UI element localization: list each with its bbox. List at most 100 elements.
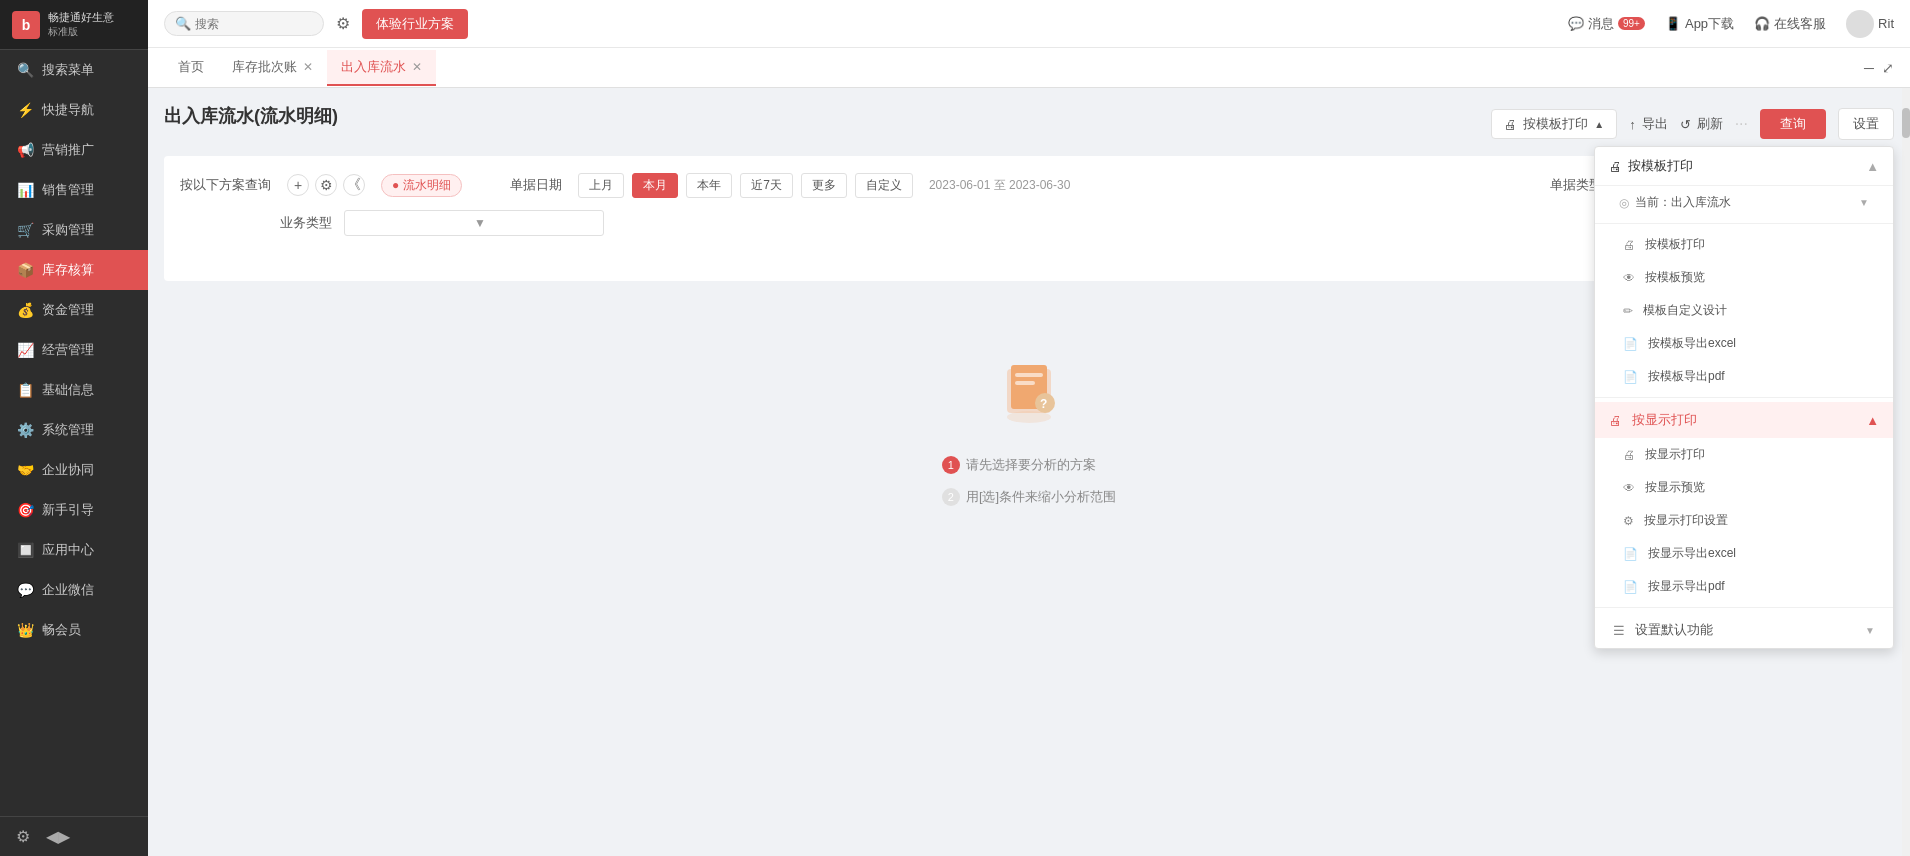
online-service-label: 在线客服 — [1774, 15, 1826, 33]
sidebar-item-basic[interactable]: 📋 基础信息 — [0, 370, 148, 410]
panel-collapse-icon[interactable]: ▲ — [1866, 159, 1879, 174]
sidebar-item-guide[interactable]: 🎯 新手引导 — [0, 490, 148, 530]
filter-tag-flow[interactable]: ● 流水明细 — [381, 174, 462, 197]
settings-filter-button[interactable]: ⚙ — [315, 174, 337, 196]
header-left: 🔍 ⚙ 体验行业方案 — [164, 9, 468, 39]
filter-tag-dot: ● — [392, 178, 399, 192]
page-body: 出入库流水(流水明细) 🖨 按模板打印 ▲ ↑ 导出 ↺ 刷新 ··· 查询 设… — [148, 88, 1910, 856]
panel-display-print[interactable]: 🖨 按显示打印 — [1595, 438, 1893, 471]
panel-template-export-excel[interactable]: 📄 按模板导出excel — [1595, 327, 1893, 360]
panel-default-settings[interactable]: ☰ 设置默认功能 ▼ — [1595, 612, 1893, 648]
more-options-icon[interactable]: ··· — [1735, 115, 1748, 133]
display-pdf-icon: 📄 — [1623, 580, 1638, 594]
panel-template-custom[interactable]: ✏ 模板自定义设计 — [1595, 294, 1893, 327]
refresh-button[interactable]: ↺ 刷新 — [1680, 115, 1723, 133]
print-template-button[interactable]: 🖨 按模板打印 ▲ — [1491, 109, 1617, 139]
print-dropdown-panel: 🖨 按模板打印 ▲ ◎ 当前：出入库流水 ▼ 🖨 按模板打印 👁 按模板预览 — [1594, 146, 1894, 649]
display-section-arrow: ▲ — [1866, 413, 1879, 428]
panel-header-title: 🖨 按模板打印 — [1609, 157, 1693, 175]
svg-rect-3 — [1015, 373, 1043, 377]
scroll-thumb[interactable] — [1902, 108, 1910, 138]
panel-display-section-header[interactable]: 🖨 按显示打印 ▲ — [1595, 402, 1893, 438]
message-item[interactable]: 💬 消息 99+ — [1568, 15, 1645, 33]
setting-button[interactable]: 设置 — [1838, 108, 1894, 140]
panel-display-preview[interactable]: 👁 按显示预览 — [1595, 471, 1893, 504]
sidebar-item-operation[interactable]: 📈 经营管理 — [0, 330, 148, 370]
sidebar-item-purchase-label: 采购管理 — [42, 221, 94, 239]
date-7days-btn[interactable]: 近7天 — [740, 173, 793, 198]
date-year-btn[interactable]: 本年 — [686, 173, 732, 198]
collapse-filter-button[interactable]: 《 — [343, 174, 365, 196]
sidebar-item-member[interactable]: 👑 畅会员 — [0, 610, 148, 650]
panel-display-settings[interactable]: ⚙ 按显示打印设置 — [1595, 504, 1893, 537]
sidebar: b 畅捷通好生意 标准版 🔍 搜索菜单 ⚡ 快捷导航 📢 营销推广 📊 销售管理… — [0, 0, 148, 856]
tab-batch-close[interactable]: ✕ — [303, 60, 313, 74]
logo-icon: b — [12, 11, 40, 39]
scroll-track[interactable] — [1902, 88, 1910, 856]
online-service-item[interactable]: 🎧 在线客服 — [1754, 15, 1826, 33]
panel-display-export-pdf[interactable]: 📄 按显示导出pdf — [1595, 570, 1893, 603]
tab-flow[interactable]: 出入库流水 ✕ — [327, 50, 436, 86]
sidebar-item-search[interactable]: 🔍 搜索菜单 — [0, 50, 148, 90]
sidebar-item-wechat[interactable]: 💬 企业微信 — [0, 570, 148, 610]
user-avatar-item[interactable]: Rit — [1846, 10, 1894, 38]
sidebar-item-finance[interactable]: 💰 资金管理 — [0, 290, 148, 330]
tab-batch[interactable]: 库存批次账 ✕ — [218, 50, 327, 86]
sidebar-item-corp[interactable]: 🤝 企业协同 — [0, 450, 148, 490]
logo-badge: 标准版 — [48, 25, 114, 39]
tab-flow-close[interactable]: ✕ — [412, 60, 422, 74]
sidebar-item-marketing[interactable]: 📢 营销推广 — [0, 130, 148, 170]
system-icon: ⚙️ — [16, 421, 34, 439]
query-button[interactable]: 查询 — [1760, 109, 1826, 139]
sidebar-item-inventory[interactable]: 📦 库存核算 — [0, 250, 148, 290]
industry-solution-button[interactable]: 体验行业方案 — [362, 9, 468, 39]
panel-template-preview[interactable]: 👁 按模板预览 — [1595, 261, 1893, 294]
add-filter-button[interactable]: + — [287, 174, 309, 196]
display-settings-label: 按显示打印设置 — [1644, 512, 1728, 529]
sidebar-item-corp-label: 企业协同 — [42, 461, 94, 479]
tab-minimize-icon[interactable]: ─ — [1864, 60, 1874, 76]
sidebar-item-quick-nav-label: 快捷导航 — [42, 101, 94, 119]
display-export-pdf-label: 按显示导出pdf — [1648, 578, 1725, 595]
sidebar-item-quick-nav[interactable]: ⚡ 快捷导航 — [0, 90, 148, 130]
tab-expand-icon[interactable]: ⤢ — [1882, 60, 1894, 76]
date-prev-month-btn[interactable]: 上月 — [578, 173, 624, 198]
refresh-label: 刷新 — [1697, 115, 1723, 133]
chevron-up-icon: ▲ — [1594, 119, 1604, 130]
export-button[interactable]: ↑ 导出 — [1629, 115, 1668, 133]
sidebar-item-system-label: 系统管理 — [42, 421, 94, 439]
panel-display-export-excel[interactable]: 📄 按显示导出excel — [1595, 537, 1893, 570]
panel-current-label: 当前：出入库流水 — [1635, 194, 1731, 211]
sidebar-item-sales[interactable]: 📊 销售管理 — [0, 170, 148, 210]
sidebar-item-sales-label: 销售管理 — [42, 181, 94, 199]
date-custom-btn[interactable]: 自定义 — [855, 173, 913, 198]
display-print-label: 按显示打印 — [1645, 446, 1705, 463]
panel-template-print[interactable]: 🖨 按模板打印 — [1595, 228, 1893, 261]
panel-divider-1 — [1595, 223, 1893, 224]
biz-type-arrow-icon: ▼ — [474, 216, 593, 230]
sidebar-item-app-label: 应用中心 — [42, 541, 94, 559]
panel-current-item[interactable]: ◎ 当前：出入库流水 ▼ — [1595, 186, 1893, 219]
tab-flow-label: 出入库流水 — [341, 58, 406, 76]
collapse-sidebar-icon[interactable]: ◀▶ — [46, 827, 70, 846]
search-input[interactable] — [195, 17, 305, 31]
settings-bottom-icon[interactable]: ⚙ — [16, 827, 30, 846]
biz-type-select[interactable]: ▼ — [344, 210, 604, 236]
empty-illustration: ? — [989, 349, 1069, 432]
tabs-right: ─ ⤢ — [1864, 60, 1894, 76]
sidebar-item-search-label: 搜索菜单 — [42, 61, 94, 79]
user-name: Rit — [1878, 16, 1894, 31]
tab-home[interactable]: 首页 — [164, 50, 218, 86]
app-download-item[interactable]: 📱 App下载 — [1665, 15, 1734, 33]
header-search[interactable]: 🔍 — [164, 11, 324, 36]
date-more-btn[interactable]: 更多 — [801, 173, 847, 198]
inventory-icon: 📦 — [16, 261, 34, 279]
gear-button[interactable]: ⚙ — [336, 14, 350, 33]
date-current-month-btn[interactable]: 本月 — [632, 173, 678, 198]
quick-nav-icon: ⚡ — [16, 101, 34, 119]
sidebar-item-purchase[interactable]: 🛒 采购管理 — [0, 210, 148, 250]
sidebar-item-app[interactable]: 🔲 应用中心 — [0, 530, 148, 570]
sidebar-item-system[interactable]: ⚙️ 系统管理 — [0, 410, 148, 450]
panel-template-export-pdf[interactable]: 📄 按模板导出pdf — [1595, 360, 1893, 393]
svg-rect-4 — [1015, 381, 1035, 385]
